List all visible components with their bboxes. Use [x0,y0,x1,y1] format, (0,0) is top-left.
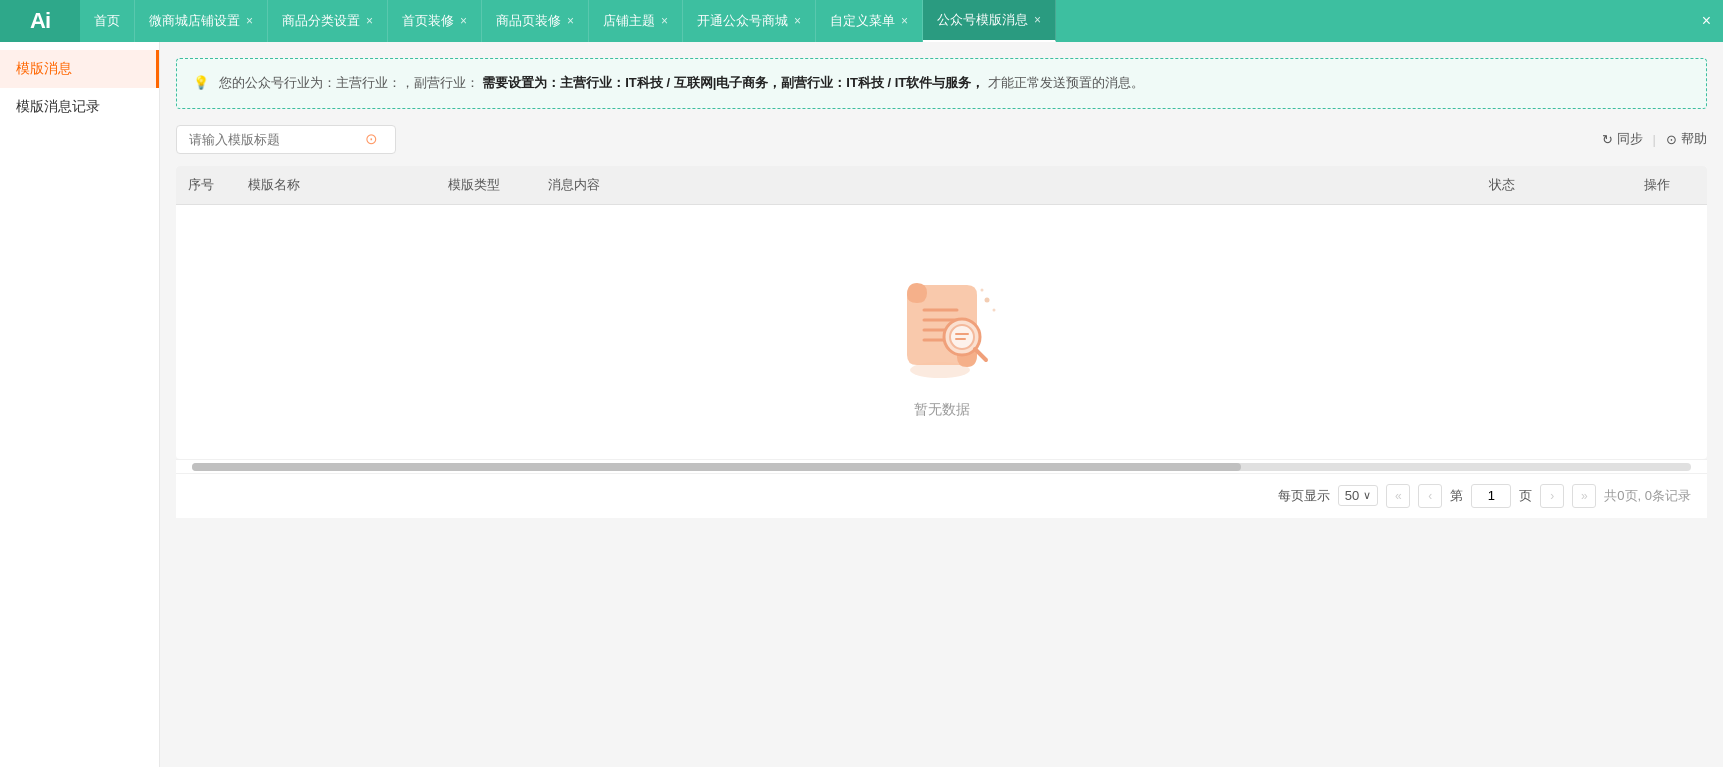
first-page-button[interactable]: « [1386,484,1410,508]
notice-prefix: 您的公众号行业为：主营行业：，副营行业： [219,75,479,90]
help-button[interactable]: ⊙ 帮助 [1666,130,1707,148]
svg-point-6 [950,325,974,349]
top-navigation: Ai 首页微商城店铺设置×商品分类设置×首页装修×商品页装修×店铺主题×开通公众… [0,0,1723,42]
table-scrollbar[interactable] [176,459,1707,473]
table-header: 序号模版名称模版类型消息内容状态操作 [176,166,1707,205]
page-size-label: 每页显示 [1278,487,1330,505]
sync-icon: ↻ [1602,132,1613,147]
help-label: 帮助 [1681,130,1707,148]
col-header-name: 模版名称 [236,166,436,205]
scroll-track [192,463,1691,471]
close-tab-custommenu[interactable]: × [901,15,908,27]
close-tab-productpage[interactable]: × [567,15,574,27]
page-size-chevron: ∨ [1363,489,1371,502]
empty-illustration [882,265,1002,385]
notice-highlight: 需要设置为：主营行业：IT科技 / 互联网|电子商务，副营行业：IT科技 / I… [482,75,984,90]
help-icon: ⊙ [1666,132,1677,147]
empty-text: 暂无数据 [176,401,1707,419]
page-size-value: 50 [1345,488,1359,503]
nav-tab-homepage[interactable]: 首页装修× [388,0,482,42]
table-header-row: 序号模版名称模版类型消息内容状态操作 [176,166,1707,205]
nav-tab-category[interactable]: 商品分类设置× [268,0,388,42]
col-header-seq: 序号 [176,166,236,205]
nav-tab-weshop[interactable]: 微商城店铺设置× [135,0,268,42]
pagination: 每页显示 50 ∨ « ‹ 第 页 › » 共0页, 0条记录 [176,473,1707,518]
data-table: 序号模版名称模版类型消息内容状态操作 [176,166,1707,459]
search-input[interactable] [185,126,365,153]
close-all-tabs-button[interactable]: × [1690,0,1723,42]
close-tab-weshop[interactable]: × [246,15,253,27]
table-body: 暂无数据 [176,204,1707,459]
sidebar-item-template-msg-record[interactable]: 模版消息记录 [0,88,159,126]
next-page-button[interactable]: › [1540,484,1564,508]
svg-point-11 [992,308,995,311]
nav-tab-templatemsg[interactable]: 公众号模版消息× [923,0,1056,42]
notice-box: 💡 您的公众号行业为：主营行业：，副营行业： 需要设置为：主营行业：IT科技 /… [176,58,1707,109]
col-header-type: 模版类型 [436,166,536,205]
sidebar: 模版消息模版消息记录 [0,42,160,767]
bulb-icon: 💡 [193,75,209,90]
nav-tab-custommenu[interactable]: 自定义菜单× [816,0,923,42]
page-label: 第 [1450,487,1463,505]
toolbar-divider: | [1653,132,1656,147]
nav-tab-home[interactable]: 首页 [80,0,135,42]
total-info: 共0页, 0条记录 [1604,487,1691,505]
col-header-action: 操作 [1607,166,1707,205]
close-tab-category[interactable]: × [366,15,373,27]
col-header-status: 状态 [1477,166,1607,205]
content-area: 💡 您的公众号行业为：主营行业：，副营行业： 需要设置为：主营行业：IT科技 /… [160,42,1723,767]
empty-state: 暂无数据 [176,205,1707,459]
sidebar-item-template-msg[interactable]: 模版消息 [0,50,159,88]
logo: Ai [0,0,80,42]
search-bar: ⊙ ↻ 同步 | ⊙ 帮助 [176,125,1707,154]
svg-point-12 [980,288,983,291]
nav-tabs: 首页微商城店铺设置×商品分类设置×首页装修×商品页装修×店铺主题×开通公众号商城… [80,0,1690,42]
page-number-input[interactable] [1471,484,1511,508]
notice-suffix: 才能正常发送预置的消息。 [988,75,1144,90]
logo-text: Ai [30,8,50,34]
sync-label: 同步 [1617,130,1643,148]
page-suffix: 页 [1519,487,1532,505]
search-input-wrap: ⊙ [176,125,396,154]
sync-button[interactable]: ↻ 同步 [1602,130,1643,148]
toolbar-right: ↻ 同步 | ⊙ 帮助 [1602,130,1707,148]
search-icon[interactable]: ⊙ [365,130,378,148]
close-tab-openstore[interactable]: × [794,15,801,27]
nav-tab-theme[interactable]: 店铺主题× [589,0,683,42]
main-layout: 模版消息模版消息记录 💡 您的公众号行业为：主营行业：，副营行业： 需要设置为：… [0,42,1723,767]
svg-point-10 [984,297,989,302]
scroll-thumb [192,463,1241,471]
table-row-empty: 暂无数据 [176,204,1707,459]
last-page-button[interactable]: » [1572,484,1596,508]
page-size-select[interactable]: 50 ∨ [1338,485,1378,506]
nav-tab-productpage[interactable]: 商品页装修× [482,0,589,42]
col-header-content: 消息内容 [536,166,1477,205]
prev-page-button[interactable]: ‹ [1418,484,1442,508]
close-tab-theme[interactable]: × [661,15,668,27]
close-tab-templatemsg[interactable]: × [1034,14,1041,26]
close-tab-homepage[interactable]: × [460,15,467,27]
nav-tab-openstore[interactable]: 开通公众号商城× [683,0,816,42]
